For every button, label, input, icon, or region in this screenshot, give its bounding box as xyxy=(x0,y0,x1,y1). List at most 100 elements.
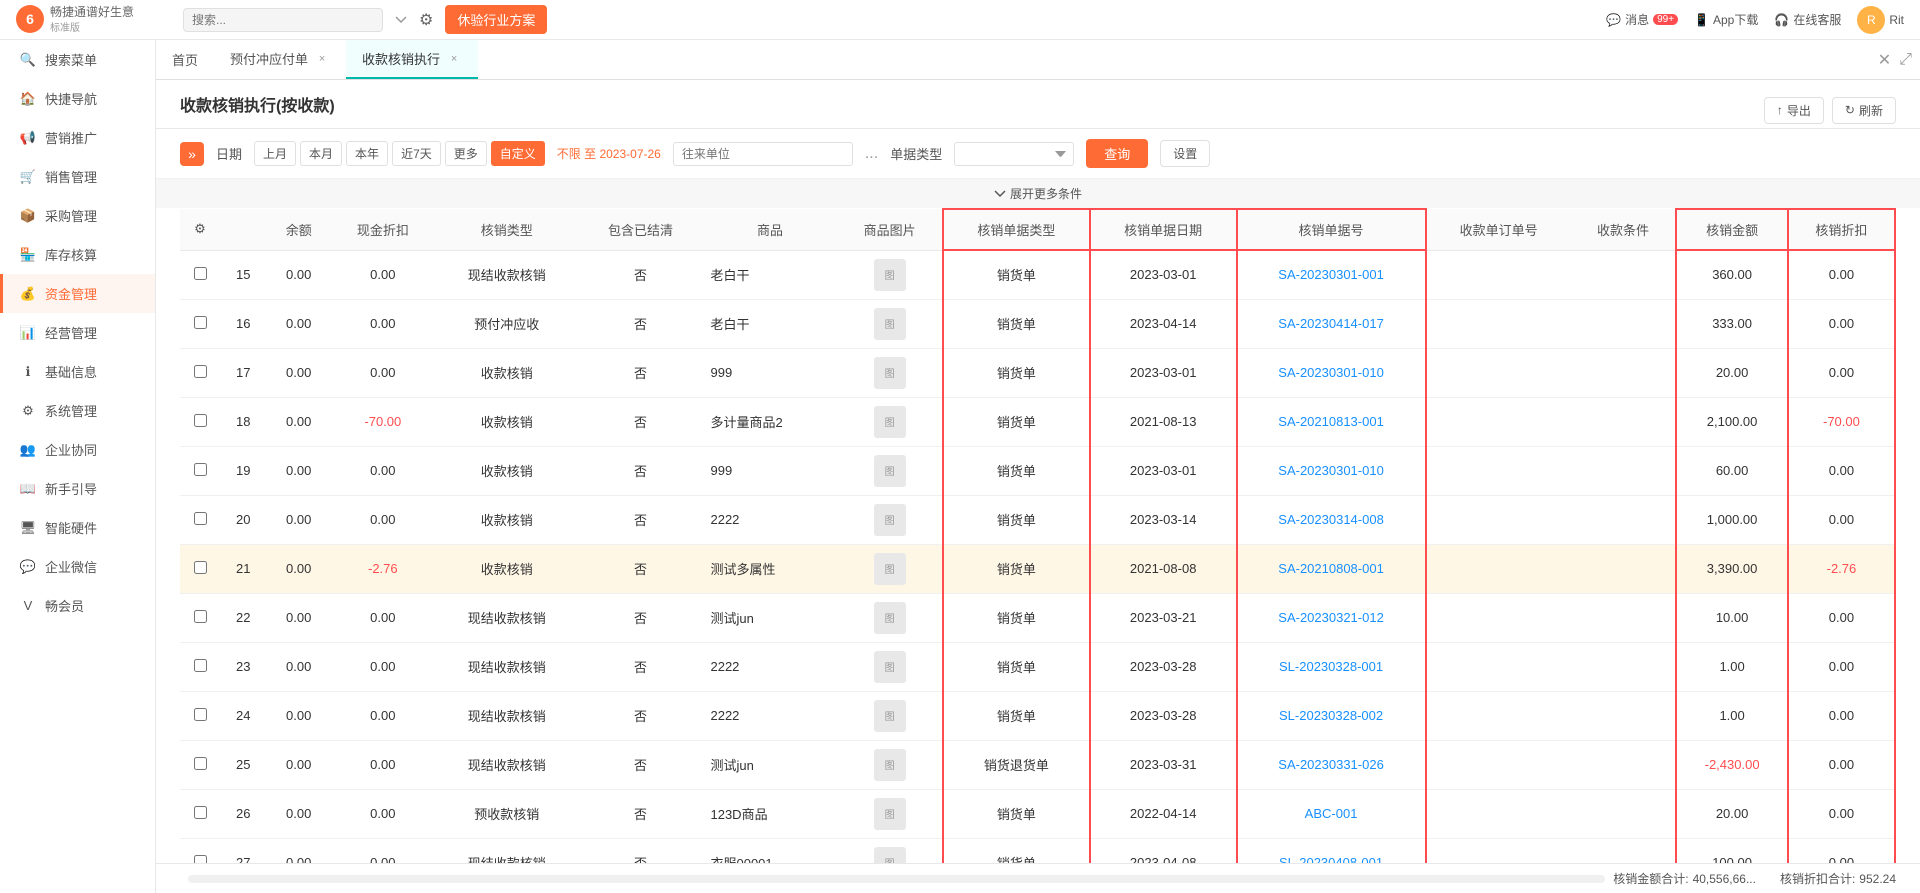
cell-verify-no[interactable]: SA-20210813-001 xyxy=(1237,397,1426,446)
sidebar-item-member[interactable]: V 畅会员 xyxy=(0,586,155,625)
cell-verify-no[interactable]: SA-20230331-026 xyxy=(1237,740,1426,789)
app-download-btn[interactable]: 📱 App下载 xyxy=(1694,11,1758,28)
verify-no-link[interactable]: SA-20230301-001 xyxy=(1278,267,1384,282)
message-btn[interactable]: 💬 消息 99+ xyxy=(1606,11,1678,28)
cell-checkbox[interactable] xyxy=(180,446,220,495)
cell-verify-no[interactable]: SA-20230314-008 xyxy=(1237,495,1426,544)
expand-more-btn[interactable]: 展开更多条件 xyxy=(994,185,1082,202)
verify-no-link[interactable]: SA-20230414-017 xyxy=(1278,316,1384,331)
online-service-btn[interactable]: 🎧 在线客服 xyxy=(1774,11,1841,28)
industry-btn[interactable]: 休验行业方案 xyxy=(445,5,547,34)
verify-no-link[interactable]: SL-20230408-001 xyxy=(1279,855,1383,863)
export-btn[interactable]: ↑ 导出 xyxy=(1764,97,1824,124)
expand-more-bar: 展开更多条件 xyxy=(156,179,1920,208)
footer-scrollbar[interactable] xyxy=(188,875,1605,883)
cell-checkbox[interactable] xyxy=(180,789,220,838)
cell-checkbox[interactable] xyxy=(180,544,220,593)
cell-verify-no[interactable]: ABC-001 xyxy=(1237,789,1426,838)
cell-receipt-order-no xyxy=(1426,299,1571,348)
verify-no-link[interactable]: SL-20230328-002 xyxy=(1279,708,1383,723)
verify-no-link[interactable]: SA-20230321-012 xyxy=(1278,610,1384,625)
cell-checkbox[interactable] xyxy=(180,348,220,397)
user-area[interactable]: R Rit xyxy=(1857,6,1904,34)
cell-verify-type: 现结收款核销 xyxy=(435,740,579,789)
tab-close-prepaid[interactable]: × xyxy=(314,51,330,67)
verify-no-link[interactable]: SA-20210808-001 xyxy=(1278,561,1384,576)
from-unit-input[interactable] xyxy=(673,142,853,166)
cell-verify-no[interactable]: SA-20230414-017 xyxy=(1237,299,1426,348)
refresh-btn[interactable]: ↻ 刷新 xyxy=(1832,97,1896,124)
date-custom-btn[interactable]: 自定义 xyxy=(491,141,545,166)
settings-icon[interactable]: ⚙ xyxy=(194,221,206,236)
sidebar-item-system[interactable]: ⚙ 系统管理 xyxy=(0,391,155,430)
tab-home[interactable]: 首页 xyxy=(156,40,214,79)
cell-checkbox[interactable] xyxy=(180,250,220,299)
th-balance: 余额 xyxy=(267,209,331,250)
cell-checkbox[interactable] xyxy=(180,691,220,740)
settings-btn[interactable]: 设置 xyxy=(1160,140,1210,167)
cell-checkbox[interactable] xyxy=(180,593,220,642)
cell-balance: 0.00 xyxy=(267,642,331,691)
date-7days-btn[interactable]: 近7天 xyxy=(392,141,441,166)
sidebar-item-wechat[interactable]: 💬 企业微信 xyxy=(0,547,155,586)
verify-no-link[interactable]: ABC-001 xyxy=(1305,806,1358,821)
verify-no-link[interactable]: SA-20210813-001 xyxy=(1278,414,1384,429)
verify-no-link[interactable]: SL-20230328-001 xyxy=(1279,659,1383,674)
cell-checkbox[interactable] xyxy=(180,397,220,446)
sidebar-item-guide[interactable]: 📖 新手引导 xyxy=(0,469,155,508)
verify-no-link[interactable]: SA-20230314-008 xyxy=(1278,512,1384,527)
sidebar-item-info[interactable]: ℹ 基础信息 xyxy=(0,352,155,391)
sidebar-item-management[interactable]: 📊 经营管理 xyxy=(0,313,155,352)
cell-checkbox[interactable] xyxy=(180,299,220,348)
cell-checkbox[interactable] xyxy=(180,642,220,691)
cell-verify-discount: 0.00 xyxy=(1788,740,1895,789)
date-more-btn[interactable]: 更多 xyxy=(445,141,487,166)
sidebar-item-warehouse[interactable]: 🏪 库存核算 xyxy=(0,235,155,274)
verify-no-link[interactable]: SA-20230331-026 xyxy=(1278,757,1384,772)
th-settings[interactable]: ⚙ xyxy=(180,209,220,250)
tab-close-icon[interactable]: ✕ xyxy=(1878,50,1891,70)
verify-no-link[interactable]: SA-20230301-010 xyxy=(1278,365,1384,380)
top-search-input[interactable] xyxy=(183,8,383,32)
cell-verify-no[interactable]: SL-20230408-001 xyxy=(1237,838,1426,863)
tab-expand-icon[interactable]: ⤢ xyxy=(1899,51,1912,69)
gear-button[interactable]: ⚙ xyxy=(419,10,433,30)
th-receipt-condition: 收款条件 xyxy=(1571,209,1677,250)
cell-checkbox[interactable] xyxy=(180,838,220,863)
th-no xyxy=(220,209,267,250)
sidebar-item-search[interactable]: 🔍 搜索菜单 xyxy=(0,40,155,79)
cell-verify-no[interactable]: SA-20230321-012 xyxy=(1237,593,1426,642)
date-this-year-btn[interactable]: 本年 xyxy=(346,141,388,166)
date-this-month-btn[interactable]: 本月 xyxy=(300,141,342,166)
cell-verify-no[interactable]: SA-20230301-010 xyxy=(1237,348,1426,397)
sidebar-item-hardware[interactable]: 🖥 智能硬件 xyxy=(0,508,155,547)
cell-receipt-condition xyxy=(1571,838,1677,863)
cell-checkbox[interactable] xyxy=(180,740,220,789)
date-prev-month-btn[interactable]: 上月 xyxy=(254,141,296,166)
cell-verify-no[interactable]: SA-20210808-001 xyxy=(1237,544,1426,593)
cell-receipt-condition xyxy=(1571,250,1677,299)
tab-verify[interactable]: 收款核销执行 × xyxy=(346,40,478,79)
cell-verify-no[interactable]: SA-20230301-001 xyxy=(1237,250,1426,299)
query-btn[interactable]: 查询 xyxy=(1086,139,1148,168)
logo-area: 6 畅捷通谱好生意 标准版 xyxy=(16,5,171,34)
sidebar-item-megaphone[interactable]: 📢 营销推广 xyxy=(0,118,155,157)
cell-verify-no[interactable]: SL-20230328-002 xyxy=(1237,691,1426,740)
verify-no-link[interactable]: SA-20230301-010 xyxy=(1278,463,1384,478)
chevron-down-icon xyxy=(994,190,1006,198)
sidebar-item-money[interactable]: 💰 资金管理 xyxy=(0,274,155,313)
cell-receipt-order-no xyxy=(1426,397,1571,446)
sidebar-item-home[interactable]: 🏠 快捷导航 xyxy=(0,79,155,118)
tab-prepaid[interactable]: 预付冲应付单 × xyxy=(214,40,346,79)
cell-verify-no[interactable]: SA-20230301-010 xyxy=(1237,446,1426,495)
cell-verify-no[interactable]: SL-20230328-001 xyxy=(1237,642,1426,691)
receipt-type-select[interactable] xyxy=(954,142,1074,166)
page-header: 收款核销执行(按收款) ↑ 导出 ↻ 刷新 xyxy=(156,80,1920,129)
tab-close-verify[interactable]: × xyxy=(446,51,462,67)
filter-expand-btn[interactable]: » xyxy=(180,142,204,166)
cell-checkbox[interactable] xyxy=(180,495,220,544)
top-bar: 6 畅捷通谱好生意 标准版 ⚙ 休验行业方案 💬 消息 99+ 📱 App下载 … xyxy=(0,0,1920,40)
sidebar-item-cart[interactable]: 🛒 销售管理 xyxy=(0,157,155,196)
sidebar-item-purchase[interactable]: 📦 采购管理 xyxy=(0,196,155,235)
sidebar-item-team[interactable]: 👥 企业协同 xyxy=(0,430,155,469)
